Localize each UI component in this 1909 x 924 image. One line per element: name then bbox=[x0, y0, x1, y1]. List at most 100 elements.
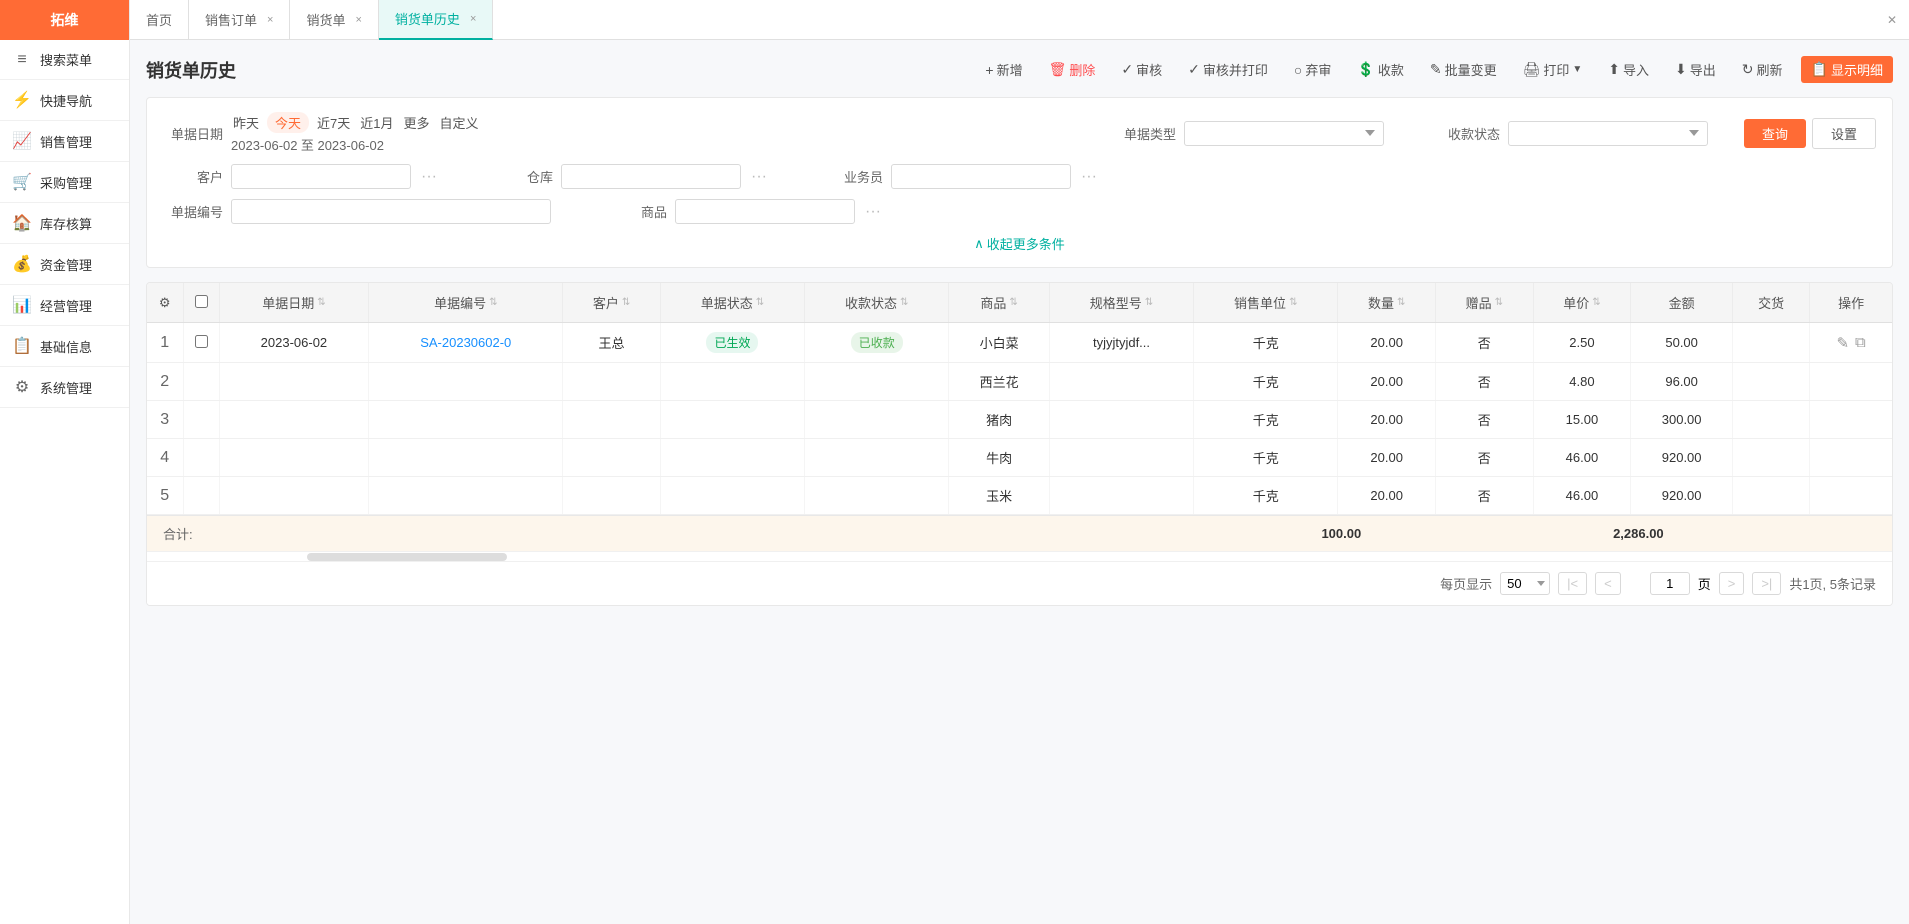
sidebar-item-sys-mgmt[interactable]: ⚙ 系统管理 bbox=[0, 367, 129, 408]
tab-sales-delivery-close[interactable]: × bbox=[355, 14, 361, 26]
sales-person-input[interactable] bbox=[891, 164, 1071, 189]
tab-sales-order-close[interactable]: × bbox=[267, 14, 273, 26]
warehouse-input[interactable] bbox=[561, 164, 741, 189]
export-label: 导出 bbox=[1690, 60, 1716, 79]
tab-sales-delivery[interactable]: 销货单 × bbox=[290, 0, 378, 40]
sales-person-dots[interactable]: ··· bbox=[1081, 168, 1097, 186]
doc-no-link-0[interactable]: SA-20230602-0 bbox=[420, 335, 511, 350]
edit-icon-0[interactable]: ✎ bbox=[1836, 334, 1849, 352]
refresh-button[interactable]: ↻ 刷新 bbox=[1734, 56, 1791, 83]
sidebar-item-sales-mgmt[interactable]: 📈 销售管理 bbox=[0, 121, 129, 162]
warehouse-dots[interactable]: ··· bbox=[751, 168, 767, 186]
audit-button[interactable]: ✓ 审核 bbox=[1113, 56, 1170, 83]
th-goods[interactable]: 商品⇅ bbox=[949, 283, 1050, 323]
sidebar-item-ops-mgmt[interactable]: 📊 经营管理 bbox=[0, 285, 129, 326]
row-price-3: 46.00 bbox=[1533, 439, 1631, 477]
row-spec-0: tyjyjtyjdf... bbox=[1049, 323, 1193, 363]
goods-input[interactable] bbox=[675, 199, 855, 224]
tab-sales-history[interactable]: 销货单历史 × bbox=[379, 0, 493, 40]
th-checkbox[interactable] bbox=[183, 283, 219, 323]
filter-item-sales-person: 业务员 ··· bbox=[823, 164, 1097, 189]
horizontal-scrollbar[interactable] bbox=[147, 551, 1892, 561]
scrollbar-thumb[interactable] bbox=[307, 553, 507, 561]
close-all-tabs[interactable]: ✕ bbox=[1875, 13, 1909, 27]
collapse-filter-button[interactable]: ∧ 收起更多条件 bbox=[163, 234, 1876, 253]
copy-icon-0[interactable]: ⧉ bbox=[1855, 334, 1866, 352]
tab-sales-history-close[interactable]: × bbox=[470, 13, 476, 25]
row-gift-3: 否 bbox=[1436, 439, 1534, 477]
row-gift-0: 否 bbox=[1436, 323, 1534, 363]
date-1month[interactable]: 近1月 bbox=[358, 113, 395, 132]
batch-change-button[interactable]: ✎ 批量变更 bbox=[1422, 56, 1505, 83]
th-qty[interactable]: 数量⇅ bbox=[1338, 283, 1436, 323]
batch-change-label: 批量变更 bbox=[1445, 60, 1497, 79]
import-button[interactable]: ⬆ 导入 bbox=[1600, 56, 1657, 83]
next-page-button[interactable]: > bbox=[1719, 572, 1745, 595]
prev-page-button[interactable]: < bbox=[1595, 572, 1621, 595]
sidebar-item-purchase-mgmt[interactable]: 🛒 采购管理 bbox=[0, 162, 129, 203]
th-customer[interactable]: 客户⇅ bbox=[563, 283, 661, 323]
row-action-3 bbox=[1810, 439, 1892, 477]
th-gift[interactable]: 赠品⇅ bbox=[1436, 283, 1534, 323]
date-custom[interactable]: 自定义 bbox=[438, 113, 481, 132]
doc-type-select[interactable] bbox=[1184, 121, 1384, 146]
tab-sales-order[interactable]: 销售订单 × bbox=[189, 0, 290, 40]
setting-button[interactable]: 设置 bbox=[1812, 118, 1876, 149]
last-page-button[interactable]: >| bbox=[1752, 572, 1781, 595]
date-7days[interactable]: 近7天 bbox=[315, 113, 352, 132]
tab-sales-history-label: 销货单历史 bbox=[395, 9, 460, 28]
row-no-3 bbox=[369, 439, 563, 477]
row-checkbox-4[interactable] bbox=[183, 477, 219, 515]
row-checkbox-3[interactable] bbox=[183, 439, 219, 477]
date-more[interactable]: 更多 bbox=[402, 113, 432, 132]
add-button[interactable]: + 新增 bbox=[977, 56, 1030, 83]
row-no-0[interactable]: SA-20230602-0 bbox=[369, 323, 563, 363]
audit-print-button[interactable]: ✓ 审核并打印 bbox=[1180, 56, 1276, 83]
row-checkbox-1[interactable] bbox=[183, 363, 219, 401]
query-button[interactable]: 查询 bbox=[1744, 119, 1806, 148]
row-checkbox-2[interactable] bbox=[183, 401, 219, 439]
print-button[interactable]: 🖨 打印 ▼ bbox=[1515, 56, 1591, 83]
sidebar-item-capital-mgmt[interactable]: 💰 资金管理 bbox=[0, 244, 129, 285]
customer-dots[interactable]: ··· bbox=[421, 168, 437, 186]
th-gear[interactable]: ⚙ bbox=[147, 283, 183, 323]
pay-status-select[interactable] bbox=[1508, 121, 1708, 146]
sidebar-item-search-menu[interactable]: ≡ 搜索菜单 bbox=[0, 40, 129, 80]
th-date[interactable]: 单据日期⇅ bbox=[219, 283, 369, 323]
th-spec[interactable]: 规格型号⇅ bbox=[1049, 283, 1193, 323]
payment-button[interactable]: 💲 收款 bbox=[1349, 56, 1411, 83]
export-button[interactable]: ⬇ 导出 bbox=[1667, 56, 1724, 83]
row-action-1 bbox=[1810, 363, 1892, 401]
tab-home[interactable]: 首页 bbox=[130, 0, 189, 40]
first-page-button[interactable]: |< bbox=[1558, 572, 1587, 595]
doc-no-input[interactable] bbox=[231, 199, 551, 224]
page-size-select[interactable]: 50 10 20 100 bbox=[1500, 572, 1550, 595]
date-today[interactable]: 今天 bbox=[267, 112, 309, 133]
row-date-3 bbox=[219, 439, 369, 477]
goods-dots[interactable]: ··· bbox=[865, 203, 881, 221]
th-pay-status[interactable]: 收款状态⇅ bbox=[805, 283, 949, 323]
th-price[interactable]: 单价⇅ bbox=[1533, 283, 1631, 323]
payment-icon: 💲 bbox=[1357, 61, 1374, 78]
sidebar-item-base-info-label: 基础信息 bbox=[40, 337, 92, 356]
row-date-2 bbox=[219, 401, 369, 439]
filter-card: 单据日期 昨天 今天 近7天 近1月 更多 自定义 2023-06-02 bbox=[146, 97, 1893, 268]
th-unit[interactable]: 销售单位⇅ bbox=[1194, 283, 1338, 323]
show-detail-button[interactable]: 📋 显示明细 bbox=[1801, 56, 1893, 83]
page-number-input[interactable] bbox=[1650, 572, 1690, 595]
sidebar-item-base-info[interactable]: 📋 基础信息 bbox=[0, 326, 129, 367]
abandon-button[interactable]: ○ 弃审 bbox=[1286, 56, 1339, 83]
th-doc-status[interactable]: 单据状态⇅ bbox=[660, 283, 804, 323]
date-yesterday[interactable]: 昨天 bbox=[231, 113, 261, 132]
th-no[interactable]: 单据编号⇅ bbox=[369, 283, 563, 323]
customer-input[interactable] bbox=[231, 164, 411, 189]
sidebar-item-inventory[interactable]: 🏠 库存核算 bbox=[0, 203, 129, 244]
row-unit-4: 千克 bbox=[1194, 477, 1338, 515]
table-row: 1 2023-06-02 SA-20230602-0 王总 已生效 已收款 小白… bbox=[147, 323, 1892, 363]
select-all-checkbox[interactable] bbox=[195, 295, 208, 308]
delete-button[interactable]: 🗑 删除 bbox=[1041, 56, 1104, 83]
row-checkbox-0[interactable] bbox=[183, 323, 219, 363]
page-header: 销货单历史 + 新增 🗑 删除 ✓ 审核 ✓ 审核并打印 bbox=[146, 56, 1893, 83]
sidebar-item-quick-nav[interactable]: ⚡ 快捷导航 bbox=[0, 80, 129, 121]
sidebar-logo: 拓维 bbox=[0, 0, 129, 40]
